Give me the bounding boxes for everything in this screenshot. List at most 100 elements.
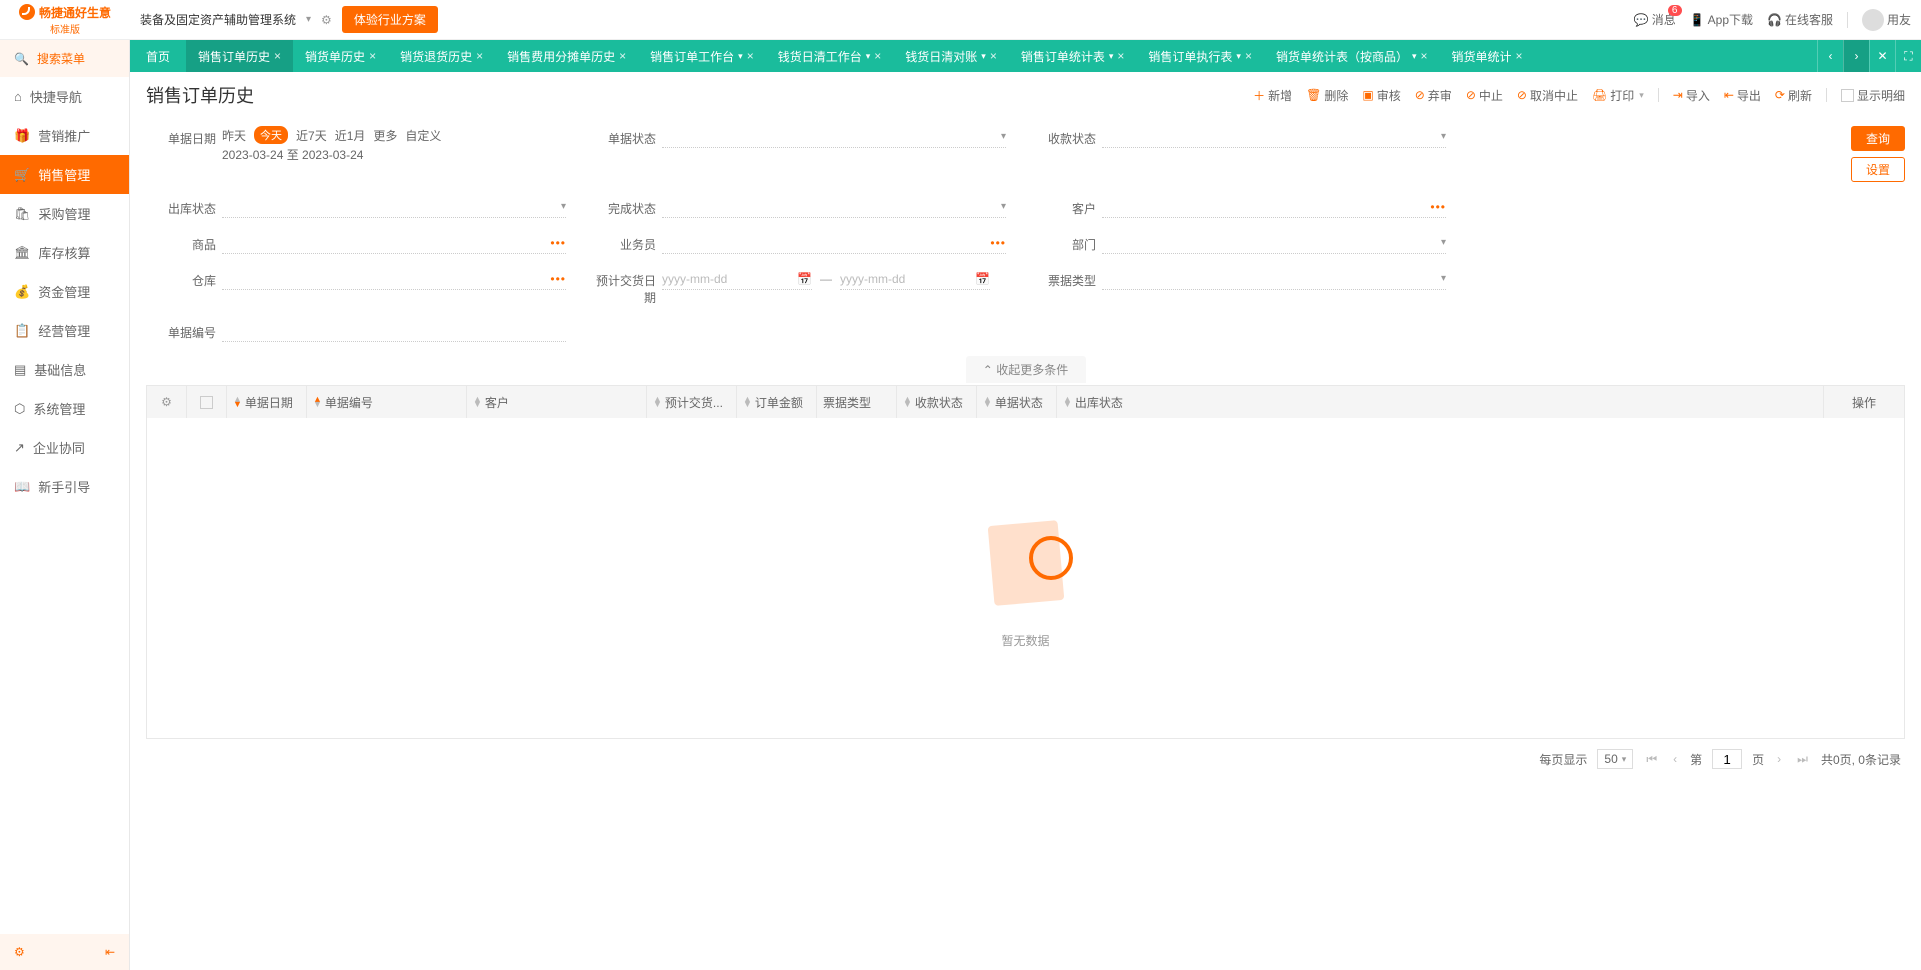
col-amount[interactable]: ▲▼订单金额 [737, 386, 817, 418]
pay-status-select[interactable]: ▾ [1102, 126, 1446, 148]
messages-button[interactable]: 💬 消息 6 [1634, 11, 1676, 28]
collapse-filters-button[interactable]: ⌃ 收起更多条件 [966, 356, 1086, 383]
close-icon[interactable]: × [747, 49, 754, 63]
out-status-select[interactable]: ▾ [222, 196, 566, 218]
tab-0[interactable]: 销售订单历史× [186, 40, 293, 72]
col-pay-status[interactable]: ▲▼收款状态 [897, 386, 977, 418]
tab-2[interactable]: 销货退货历史× [388, 40, 495, 72]
sidebar-search[interactable]: 🔍 搜索菜单 [0, 40, 129, 77]
date-opt-1m[interactable]: 近1月 [335, 127, 366, 144]
eta-to-input[interactable]: yyyy-mm-dd📅 [840, 268, 990, 290]
col-checkbox[interactable] [187, 386, 227, 418]
print-button[interactable]: 🖨打印 [1592, 87, 1644, 104]
doc-status-select[interactable]: ▾ [662, 126, 1006, 148]
date-opt-7d[interactable]: 近7天 [296, 127, 327, 144]
date-opt-more[interactable]: 更多 [373, 127, 397, 144]
page-size-select[interactable]: 50▾ [1597, 749, 1633, 769]
tab-5[interactable]: 钱货日清工作台▾× [766, 40, 894, 72]
invoice-type-select[interactable]: ▾ [1102, 268, 1446, 290]
audit-button[interactable]: ▣审核 [1362, 87, 1400, 104]
col-doc-status[interactable]: ▲▼单据状态 [977, 386, 1057, 418]
book-icon: 📖 [14, 479, 30, 495]
page-first[interactable]: ⏮ [1643, 752, 1660, 767]
product-picker[interactable]: ••• [222, 232, 566, 254]
tab-6[interactable]: 钱货日清对账▾× [893, 40, 1009, 72]
close-icon[interactable]: × [874, 49, 881, 63]
date-opt-today[interactable]: 今天 [254, 126, 288, 144]
tab-10[interactable]: 销货单统计× [1440, 40, 1535, 72]
sidebar-item-9[interactable]: ↗企业协同 [0, 428, 129, 467]
tab-9[interactable]: 销货单统计表（按商品）▾× [1264, 40, 1440, 72]
close-icon[interactable]: × [1245, 49, 1252, 63]
customer-picker[interactable]: ••• [1102, 196, 1446, 218]
sidebar-item-0[interactable]: ⌂快捷导航 [0, 77, 129, 116]
close-icon[interactable]: × [274, 49, 281, 63]
suspend-button[interactable]: ⊘中止 [1466, 87, 1503, 104]
dept-select[interactable]: ▾ [1102, 232, 1446, 254]
sidebar-settings-icon[interactable]: ⚙ [14, 945, 25, 959]
tab-1[interactable]: 销货单历史× [293, 40, 388, 72]
warehouse-picker[interactable]: ••• [222, 268, 566, 290]
page-next[interactable]: › [1774, 752, 1784, 766]
support-button[interactable]: 🎧 在线客服 [1767, 11, 1833, 28]
sidebar-item-1[interactable]: 🎁营销推广 [0, 116, 129, 155]
settings-icon[interactable]: ⚙ [321, 13, 332, 27]
date-opt-yesterday[interactable]: 昨天 [222, 127, 246, 144]
close-icon[interactable]: × [1421, 49, 1428, 63]
close-icon[interactable]: × [1516, 49, 1523, 63]
tab-fullscreen[interactable]: ⛶ [1895, 40, 1921, 72]
finish-status-select[interactable]: ▾ [662, 196, 1006, 218]
unsuspend-button[interactable]: ⊘取消中止 [1517, 87, 1578, 104]
sidebar-item-4[interactable]: 🏛库存核算 [0, 233, 129, 272]
doc-no-input[interactable] [222, 320, 566, 342]
tabs-scroll-right[interactable]: › [1843, 40, 1869, 72]
refresh-button[interactable]: ⟳刷新 [1775, 87, 1812, 104]
col-settings[interactable]: ⚙ [147, 386, 187, 418]
eta-from-input[interactable]: yyyy-mm-dd📅 [662, 268, 812, 290]
col-invoice-type[interactable]: 票据类型 [817, 386, 897, 418]
industry-plan-button[interactable]: 体验行业方案 [342, 6, 438, 33]
import-button[interactable]: ⇥导入 [1673, 87, 1710, 104]
query-button[interactable]: 查询 [1851, 126, 1905, 151]
sidebar-item-2[interactable]: 🛒销售管理 [0, 155, 129, 194]
sidebar-item-8[interactable]: ⬡系统管理 [0, 389, 129, 428]
page-input[interactable] [1712, 749, 1742, 769]
sidebar-item-5[interactable]: 💰资金管理 [0, 272, 129, 311]
sidebar-item-3[interactable]: 🛍采购管理 [0, 194, 129, 233]
sidebar-collapse-icon[interactable]: ⇤ [105, 945, 115, 959]
export-button[interactable]: ⇤导出 [1724, 87, 1761, 104]
sidebar-item-6[interactable]: 📋经营管理 [0, 311, 129, 350]
add-button[interactable]: ＋新增 [1253, 87, 1292, 104]
close-icon[interactable]: × [619, 49, 626, 63]
tab-4[interactable]: 销售订单工作台▾× [638, 40, 766, 72]
page-prev[interactable]: ‹ [1670, 752, 1680, 766]
close-icon[interactable]: × [990, 49, 997, 63]
system-name[interactable]: 装备及固定资产辅助管理系统 [140, 11, 296, 28]
app-download-button[interactable]: 📱 App下载 [1690, 11, 1753, 28]
close-icon[interactable]: × [1117, 49, 1124, 63]
col-customer[interactable]: ▲▼客户 [467, 386, 647, 418]
tab-close-all[interactable]: ✕ [1869, 40, 1895, 72]
col-eta[interactable]: ▲▼预计交货... [647, 386, 737, 418]
tab-3[interactable]: 销售费用分摊单历史× [495, 40, 638, 72]
close-icon[interactable]: × [369, 49, 376, 63]
show-detail-toggle[interactable]: 显示明细 [1841, 87, 1905, 104]
tab-7[interactable]: 销售订单统计表▾× [1009, 40, 1137, 72]
salesman-picker[interactable]: ••• [662, 232, 1006, 254]
sidebar-item-10[interactable]: 📖新手引导 [0, 467, 129, 506]
setting-button[interactable]: 设置 [1851, 157, 1905, 182]
col-doc-no[interactable]: ▲▼单据编号 [307, 386, 467, 418]
col-doc-date[interactable]: ▲▼单据日期 [227, 386, 307, 418]
chevron-down-icon[interactable]: ▾ [306, 14, 311, 25]
tab-home[interactable]: 首页 [130, 40, 186, 72]
delete-button[interactable]: 🗑删除 [1306, 87, 1348, 104]
close-icon[interactable]: × [476, 49, 483, 63]
abandon-button[interactable]: ⊘弃审 [1415, 87, 1452, 104]
user-menu[interactable]: 用友 [1862, 9, 1911, 31]
sidebar-item-7[interactable]: ▤基础信息 [0, 350, 129, 389]
col-out-status[interactable]: ▲▼出库状态 [1057, 386, 1824, 418]
page-last[interactable]: ⏭ [1794, 752, 1811, 767]
tab-8[interactable]: 销售订单执行表▾× [1136, 40, 1264, 72]
date-opt-custom[interactable]: 自定义 [405, 127, 441, 144]
tabs-scroll-left[interactable]: ‹ [1817, 40, 1843, 72]
